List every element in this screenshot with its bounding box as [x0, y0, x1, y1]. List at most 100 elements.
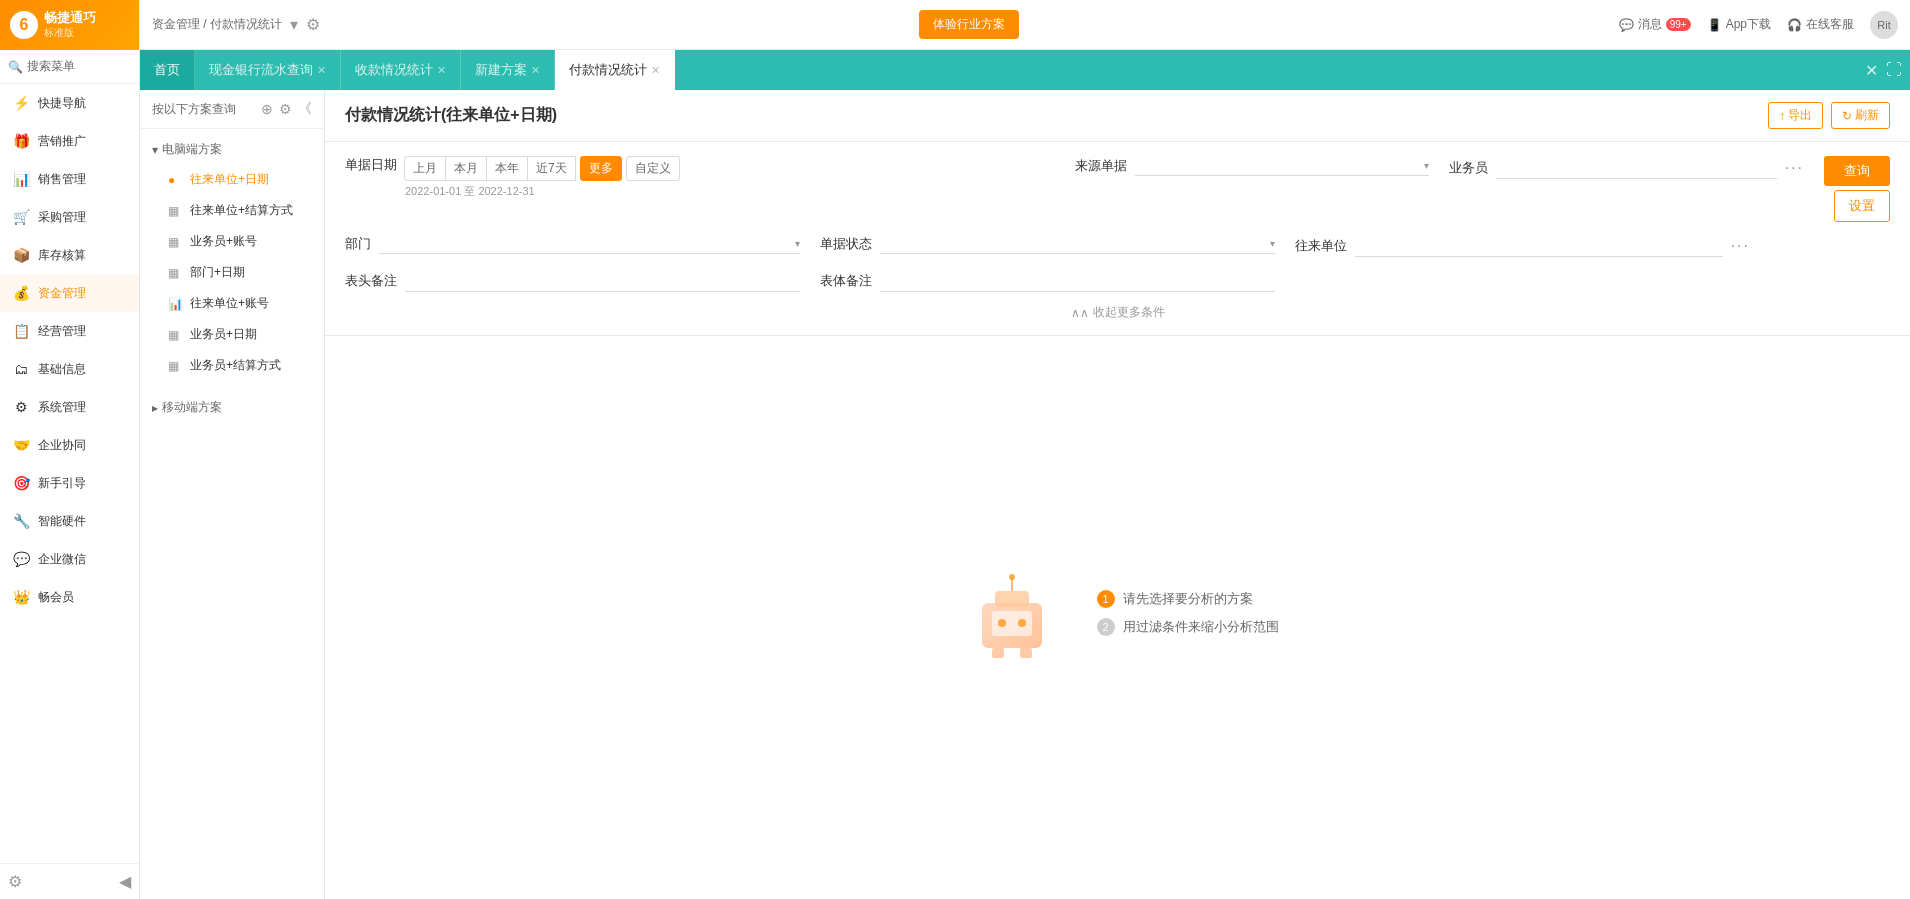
online-service-item[interactable]: 🎧 在线客服	[1787, 16, 1854, 33]
scheme-icon-6: ▦	[168, 359, 184, 373]
sidebar-item-fund[interactable]: 💰 资金管理	[0, 274, 139, 312]
scheme-icon-2: ▦	[168, 235, 184, 249]
sidebar-item-sales[interactable]: 📊 销售管理	[0, 160, 139, 198]
chevron-down-icon: ▾	[152, 143, 158, 157]
scheme-unit-payment[interactable]: ▦ 往来单位+结算方式	[140, 195, 324, 226]
date-opt-custom[interactable]: 自定义	[626, 156, 680, 181]
messages-item[interactable]: 💬 消息 99+	[1619, 16, 1691, 33]
sidebar-item-operation[interactable]: 📋 经营管理	[0, 312, 139, 350]
topbar-settings-icon[interactable]: ▾	[290, 15, 298, 34]
tabbar-actions: ✕ ⛶	[1857, 61, 1910, 80]
filter-row-1: 单据日期 上月 本月 本年 近7天 更多 自定义 2022-01-01 至 20…	[345, 156, 1890, 222]
body-note-input[interactable]	[880, 269, 1275, 292]
date-options: 上月 本月 本年 近7天 更多 自定义	[405, 156, 680, 181]
topbar-gear-icon[interactable]: ⚙	[306, 15, 320, 34]
date-range: 2022-01-01 至 2022-12-31	[405, 184, 680, 199]
tab-close-cash-flow[interactable]: ✕	[317, 64, 326, 77]
scheme-unit-date[interactable]: ● 往来单位+日期	[140, 164, 324, 195]
sidebar-item-member[interactable]: 👑 畅会员	[0, 578, 139, 616]
staff-dots[interactable]: ···	[1785, 159, 1804, 177]
refresh-btn[interactable]: ↻ 刷新	[1831, 102, 1890, 129]
date-opt-this-month[interactable]: 本月	[445, 156, 487, 181]
sidebar-item-purchase[interactable]: 🛒 采购管理	[0, 198, 139, 236]
sidebar-item-quick-nav[interactable]: ⚡ 快捷导航	[0, 84, 139, 122]
collapse-left-panel-icon[interactable]: 《	[298, 100, 312, 118]
partner-dots[interactable]: ···	[1731, 237, 1750, 255]
date-opt-more[interactable]: 更多	[580, 156, 622, 181]
source-select[interactable]: ▾	[1135, 156, 1430, 176]
date-opt-this-year[interactable]: 本年	[486, 156, 528, 181]
sidebar-search[interactable]: 🔍 搜索菜单	[0, 50, 139, 84]
filter-row-2: 部门 ▾ 单据状态 ▾ 往来单位	[345, 234, 1890, 257]
trial-btn[interactable]: 体验行业方案	[919, 10, 1019, 39]
export-btn[interactable]: ↑ 导出	[1768, 102, 1823, 129]
tab-payment-stats[interactable]: 付款情况统计 ✕	[555, 50, 675, 90]
date-opt-7days[interactable]: 近7天	[527, 156, 576, 181]
doc-status-select[interactable]: ▾	[880, 234, 1275, 254]
page-header-actions: ↑ 导出 ↻ 刷新	[1768, 102, 1890, 129]
scheme-icon-5: ▦	[168, 328, 184, 342]
manage-scheme-icon[interactable]: ⚙	[279, 101, 292, 117]
settings-btn[interactable]: 设置	[1834, 190, 1890, 222]
tab-close-all-icon[interactable]: ✕	[1865, 61, 1878, 80]
tab-receipt-stats[interactable]: 收款情况统计 ✕	[341, 50, 461, 90]
left-panel: 按以下方案查询 ⊕ ⚙ 《 ▾ 电脑端方案 ● 往来单位+日期 ▦	[140, 90, 325, 899]
sidebar-item-guide[interactable]: 🎯 新手引导	[0, 464, 139, 502]
date-opt-last-month[interactable]: 上月	[404, 156, 446, 181]
staff-input[interactable]	[1496, 156, 1776, 179]
sidebar-item-inventory[interactable]: 📦 库存核算	[0, 236, 139, 274]
hint-num-2: 2	[1097, 618, 1115, 636]
nav-icon-wechat: 💬	[12, 550, 30, 568]
mobile-group-header[interactable]: ▸ 移动端方案	[140, 393, 324, 422]
filter-staff: 业务员 ···	[1449, 156, 1804, 179]
scheme-staff-payment[interactable]: ▦ 业务员+结算方式	[140, 350, 324, 381]
collapse-btn[interactable]: ∧∧ 收起更多条件	[1071, 304, 1165, 321]
empty-svg	[957, 573, 1067, 663]
desktop-group-header[interactable]: ▾ 电脑端方案	[140, 135, 324, 164]
scheme-staff-date[interactable]: ▦ 业务员+日期	[140, 319, 324, 350]
chevron-right-icon: ▸	[152, 401, 158, 415]
empty-hints: 1 请先选择要分析的方案 2 用过滤条件来缩小分析范围	[1097, 590, 1279, 646]
sidebar-item-system[interactable]: ⚙ 系统管理	[0, 388, 139, 426]
tab-new-plan[interactable]: 新建方案 ✕	[461, 50, 555, 90]
tab-close-new-plan[interactable]: ✕	[531, 64, 540, 77]
sidebar-item-wechat[interactable]: 💬 企业微信	[0, 540, 139, 578]
collapse-sidebar-icon[interactable]: ◀	[119, 872, 131, 891]
refresh-icon: ↻	[1842, 109, 1852, 123]
settings-footer-icon[interactable]: ⚙	[8, 872, 22, 891]
header-note-label: 表头备注	[345, 272, 397, 290]
query-btn[interactable]: 查询	[1824, 156, 1890, 186]
user-avatar[interactable]: Rit	[1870, 11, 1898, 39]
dept-select-arrow: ▾	[795, 238, 800, 249]
tab-close-payment-stats[interactable]: ✕	[651, 64, 660, 77]
scheme-unit-account[interactable]: 📊 往来单位+账号	[140, 288, 324, 319]
tab-cash-flow[interactable]: 现金银行流水查询 ✕	[195, 50, 341, 90]
tab-close-receipt-stats[interactable]: ✕	[437, 64, 446, 77]
app-download-item[interactable]: 📱 App下载	[1707, 16, 1771, 33]
partner-input[interactable]	[1355, 234, 1723, 257]
scheme-icon-3: ▦	[168, 266, 184, 280]
collapse-bar: ∧∧ 收起更多条件	[345, 304, 1890, 321]
dept-select[interactable]: ▾	[379, 234, 800, 254]
add-scheme-icon[interactable]: ⊕	[261, 101, 273, 117]
tab-maximize-icon[interactable]: ⛶	[1886, 61, 1902, 79]
nav-icon-sales: 📊	[12, 170, 30, 188]
scheme-staff-account[interactable]: ▦ 业务员+账号	[140, 226, 324, 257]
sidebar-item-basic[interactable]: 🗂 基础信息	[0, 350, 139, 388]
content-area: 付款情况统计(往来单位+日期) ↑ 导出 ↻ 刷新	[325, 90, 1910, 899]
sidebar-footer: ⚙ ◀	[0, 863, 139, 899]
header-note-input[interactable]	[405, 269, 800, 292]
main-area: 资金管理 / 付款情况统计 ▾ ⚙ 体验行业方案 💬 消息 99+ 📱 App下…	[140, 0, 1910, 899]
tab-home[interactable]: 首页	[140, 50, 195, 90]
scheme-dept-date[interactable]: ▦ 部门+日期	[140, 257, 324, 288]
nav-icon-enterprise: 🤝	[12, 436, 30, 454]
sidebar-item-enterprise[interactable]: 🤝 企业协同	[0, 426, 139, 464]
svg-rect-4	[995, 591, 1029, 607]
nav-icon-fund: 💰	[12, 284, 30, 302]
svg-point-2	[998, 619, 1006, 627]
filter-row-3: 表头备注 表体备注	[345, 269, 1890, 292]
body-note-label: 表体备注	[820, 272, 872, 290]
sidebar-item-marketing[interactable]: 🎁 营销推广	[0, 122, 139, 160]
sidebar-item-hardware[interactable]: 🔧 智能硬件	[0, 502, 139, 540]
nav-icon-member: 👑	[12, 588, 30, 606]
